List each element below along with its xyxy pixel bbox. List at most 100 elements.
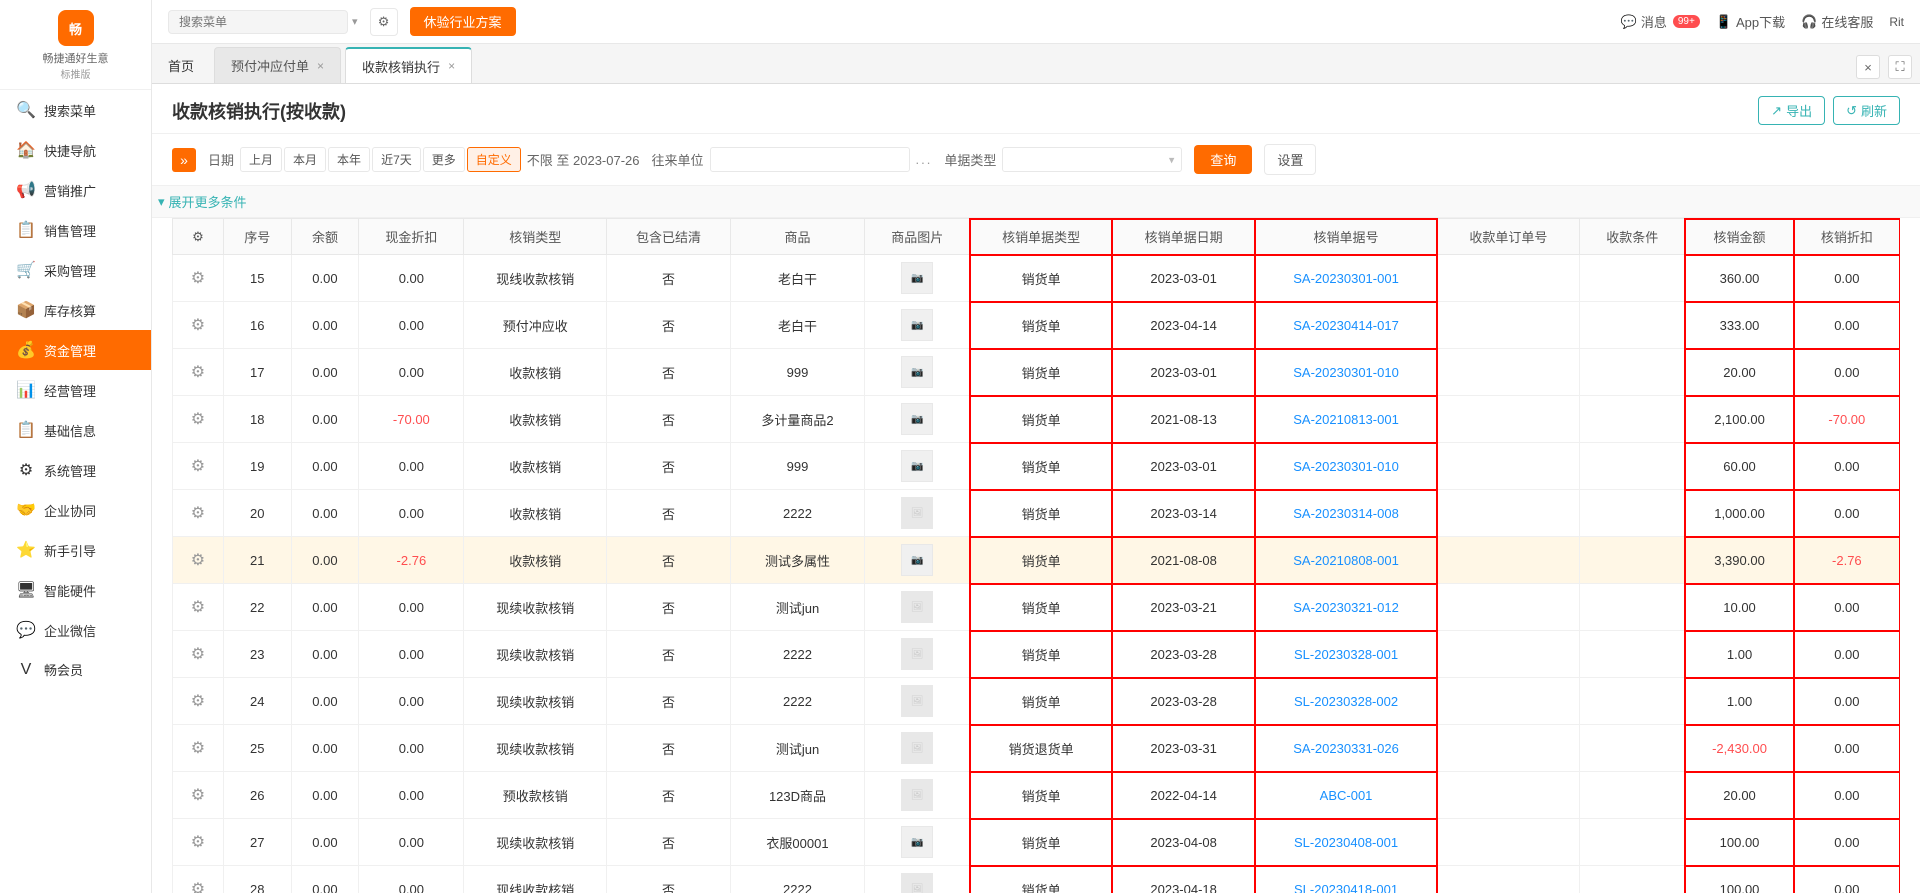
bill-no-link[interactable]: SA-20210808-001 xyxy=(1293,553,1399,568)
cell-bill-date: 2023-03-14 xyxy=(1112,490,1255,537)
cell-receipt-no xyxy=(1437,631,1580,678)
cell-writeoff-type: 收款核销 xyxy=(464,396,607,443)
cell-product: 衣服00001 xyxy=(730,819,864,866)
bill-no-link[interactable]: SA-20230331-026 xyxy=(1293,741,1399,756)
bill-no-link[interactable]: ABC-001 xyxy=(1320,788,1373,803)
bill-no-link[interactable]: SA-20230301-001 xyxy=(1293,271,1399,286)
tab-maximize-btn[interactable]: ⛶ xyxy=(1888,55,1912,79)
main-content: ▾ ⚙ 休验行业方案 💬 消息 99+ 📱 App下载 🎧 在线客服 Rit 首… xyxy=(152,0,1920,893)
cell-settings: ⚙ xyxy=(173,772,224,819)
topbar-search-area[interactable]: ▾ xyxy=(168,10,358,34)
cell-receipt-cond xyxy=(1580,678,1685,725)
bill-no-link[interactable]: SA-20230321-012 xyxy=(1293,600,1399,615)
filter-btn-this-year[interactable]: 本年 xyxy=(328,147,370,172)
phone-icon: 📱 xyxy=(1716,14,1732,30)
cell-receipt-no xyxy=(1437,302,1580,349)
sidebar-item-member[interactable]: V畅会员 xyxy=(0,650,151,689)
bill-no-link[interactable]: SA-20230414-017 xyxy=(1293,318,1399,333)
filter-type-select[interactable] xyxy=(1002,147,1182,172)
cell-cash-discount: 0.00 xyxy=(359,631,464,678)
tabbar: 首页 预付冲应付单 × 收款核销执行 × × ⛶ xyxy=(152,44,1920,84)
filter-btn-7days[interactable]: 近7天 xyxy=(372,147,421,172)
expand-more-btn[interactable]: ▾ 展开更多条件 xyxy=(158,192,1914,211)
sidebar-item-sales[interactable]: 📋销售管理 xyxy=(0,210,151,250)
filter-settings-btn[interactable]: 设置 xyxy=(1264,144,1316,175)
topbar-message-btn[interactable]: 💬 消息 99+ xyxy=(1621,12,1700,31)
quick-nav-icon: 🏠 xyxy=(16,140,36,160)
filter-collapse-btn[interactable]: » xyxy=(172,148,196,172)
cell-receipt-no xyxy=(1437,349,1580,396)
topbar-search-input[interactable] xyxy=(168,10,348,34)
page-title: 收款核销执行(按收款) xyxy=(172,98,346,124)
filter-btn-this-month[interactable]: 本月 xyxy=(284,147,326,172)
sidebar-item-hardware[interactable]: 🖥智能硬件 xyxy=(0,570,151,610)
topbar-username: Rit xyxy=(1889,15,1904,29)
cell-bill-type: 销货单 xyxy=(970,302,1113,349)
tab-close-all-btn[interactable]: × xyxy=(1856,55,1880,79)
bill-no-link[interactable]: SA-20210813-001 xyxy=(1293,412,1399,427)
sidebar-item-wechat[interactable]: 💬企业微信 xyxy=(0,610,151,650)
product-img: 🖼 xyxy=(901,591,933,623)
table-row: ⚙ 22 0.00 0.00 现续收款核销 否 测试jun 🖼 销货单 2023… xyxy=(173,584,1900,631)
sidebar-item-search[interactable]: 🔍搜索菜单 xyxy=(0,90,151,130)
topbar-service-btn[interactable]: 🎧 在线客服 xyxy=(1801,12,1873,31)
table-area: ⚙ 序号 余额 现金折扣 核销类型 包含已结清 商品 商品图片 核销单据类型 核… xyxy=(152,218,1920,893)
cell-product: 2222 xyxy=(730,631,864,678)
table-row: ⚙ 27 0.00 0.00 现续收款核销 否 衣服00001 📷 销货单 20… xyxy=(173,819,1900,866)
filter-bar: » 日期 上月 本月 本年 近7天 更多 自定义 不限 至 2023-07-26… xyxy=(152,134,1920,186)
filter-dots: ... xyxy=(916,152,933,167)
tab-receipt[interactable]: 收款核销执行 × xyxy=(345,47,472,83)
filter-date-label: 日期 xyxy=(208,150,234,169)
topbar-industry-btn[interactable]: 休验行业方案 xyxy=(410,7,516,36)
refresh-btn[interactable]: ↺ 刷新 xyxy=(1833,96,1900,125)
filter-unit-input[interactable] xyxy=(710,147,910,172)
bill-no-link[interactable]: SL-20230408-001 xyxy=(1294,835,1398,850)
topbar-settings-btn[interactable]: ⚙ xyxy=(370,8,398,36)
filter-btn-more[interactable]: 更多 xyxy=(423,147,465,172)
cell-bill-type: 销货退货单 xyxy=(970,725,1113,772)
member-icon: V xyxy=(16,661,36,679)
col-receipt-no: 收款单订单号 xyxy=(1437,219,1580,255)
sidebar-item-collab[interactable]: 🤝企业协同 xyxy=(0,490,151,530)
cell-writeoff-discount: 0.00 xyxy=(1794,490,1899,537)
table-row: ⚙ 19 0.00 0.00 收款核销 否 999 📷 销货单 2023-03-… xyxy=(173,443,1900,490)
cell-writeoff-type: 现续收款核销 xyxy=(464,631,607,678)
tab-prepay-close[interactable]: × xyxy=(317,59,324,73)
sidebar-item-system[interactable]: ⚙系统管理 xyxy=(0,450,151,490)
cell-cash-discount: -70.00 xyxy=(359,396,464,443)
bill-no-link[interactable]: SL-20230328-001 xyxy=(1294,647,1398,662)
sidebar-item-finance[interactable]: 💰资金管理 xyxy=(0,330,151,370)
filter-btn-custom[interactable]: 自定义 xyxy=(467,147,521,172)
cell-product: 老白干 xyxy=(730,302,864,349)
bill-no-link[interactable]: SA-20230314-008 xyxy=(1293,506,1399,521)
sidebar-item-business[interactable]: 📊经营管理 xyxy=(0,370,151,410)
bill-no-link[interactable]: SL-20230418-001 xyxy=(1294,882,1398,893)
filter-btn-last-month[interactable]: 上月 xyxy=(240,147,282,172)
cell-balance: 0.00 xyxy=(291,678,359,725)
cell-bill-date: 2022-04-14 xyxy=(1112,772,1255,819)
sidebar-item-guide[interactable]: ⭐新手引导 xyxy=(0,530,151,570)
cell-product-img: 📷 xyxy=(865,819,970,866)
sidebar-item-inventory[interactable]: 📦库存核算 xyxy=(0,290,151,330)
tab-prepay[interactable]: 预付冲应付单 × xyxy=(214,47,341,83)
cell-included: 否 xyxy=(607,725,731,772)
col-product: 商品 xyxy=(730,219,864,255)
message-badge: 99+ xyxy=(1673,15,1700,28)
tab-home[interactable]: 首页 xyxy=(152,47,210,83)
cell-writeoff-amt: -2,430.00 xyxy=(1685,725,1794,772)
cell-settings: ⚙ xyxy=(173,443,224,490)
sidebar-item-basic[interactable]: 📋基础信息 xyxy=(0,410,151,450)
sidebar-item-quick-nav[interactable]: 🏠 快捷导航 xyxy=(0,130,151,170)
bill-no-link[interactable]: SA-20230301-010 xyxy=(1293,459,1399,474)
sidebar-item-label-quick-nav: 快捷导航 xyxy=(44,141,96,160)
bill-no-link[interactable]: SL-20230328-002 xyxy=(1294,694,1398,709)
topbar-app-btn[interactable]: 📱 App下载 xyxy=(1716,12,1785,31)
product-img: 🖼 xyxy=(901,873,933,893)
bill-no-link[interactable]: SA-20230301-010 xyxy=(1293,365,1399,380)
filter-search-btn[interactable]: 查询 xyxy=(1194,145,1252,174)
sidebar-item-marketing[interactable]: 📢营销推广 xyxy=(0,170,151,210)
export-btn[interactable]: ↗ 导出 xyxy=(1758,96,1825,125)
sidebar-item-purchase[interactable]: 🛒采购管理 xyxy=(0,250,151,290)
cell-product-img: 🖼 xyxy=(865,725,970,772)
tab-receipt-close[interactable]: × xyxy=(448,59,455,73)
